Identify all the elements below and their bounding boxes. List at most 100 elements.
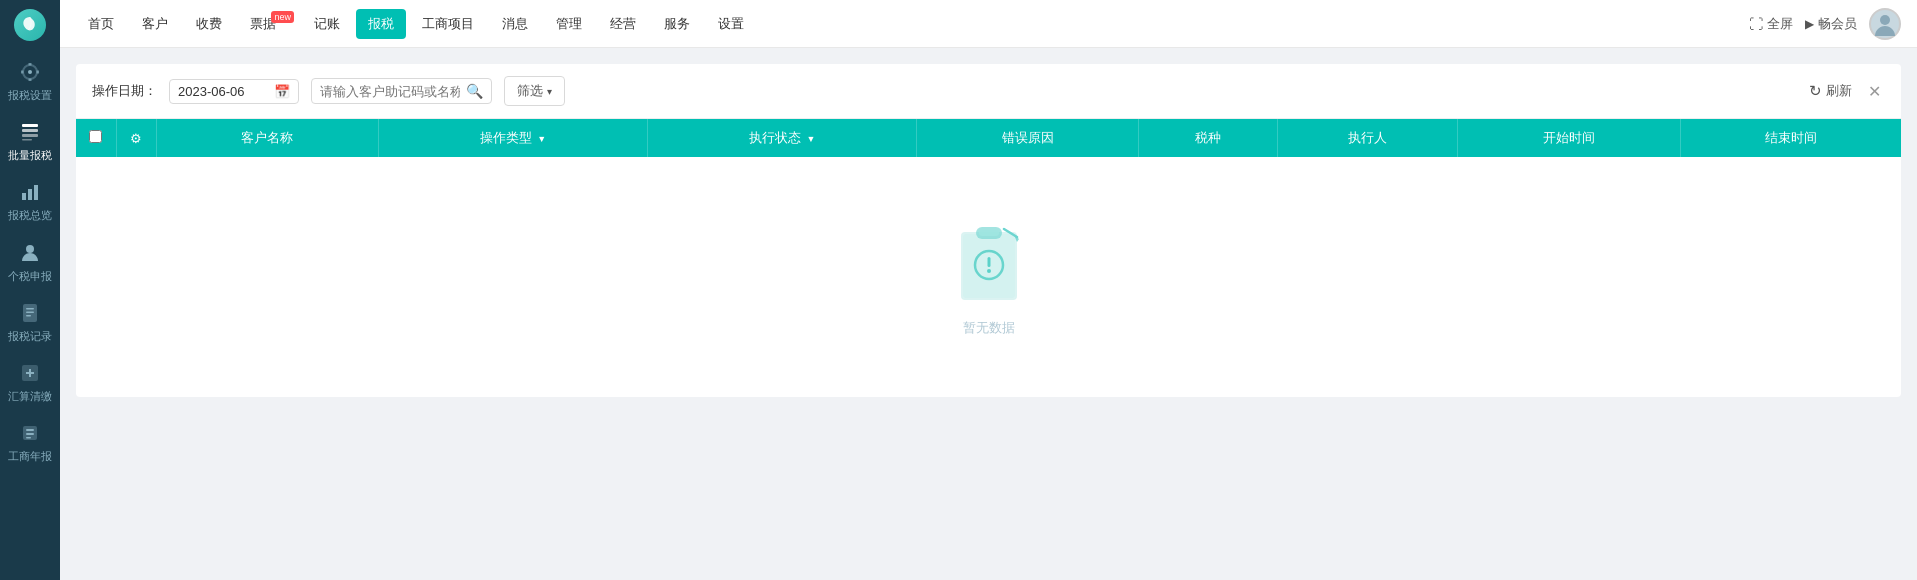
nav-item-guanli[interactable]: 管理 xyxy=(544,9,594,39)
sidebar-item-baoshui-zonlan[interactable]: 报税总览 xyxy=(0,170,60,230)
empty-state-illustration xyxy=(949,217,1029,307)
refresh-label: 刷新 xyxy=(1826,82,1852,100)
date-picker[interactable]: 📅 xyxy=(169,79,299,104)
exec-status-sort-icon: ▼ xyxy=(806,134,815,144)
main-content: 首页 客户 收费 票据 new 记账 报税 工商项目 消息 管理 经营 服务 设… xyxy=(60,0,1917,580)
th-customer-name: 客户名称 xyxy=(156,119,378,157)
th-operation-type[interactable]: 操作类型 ▼ xyxy=(378,119,647,157)
piaoju-badge: new xyxy=(271,11,294,24)
svg-rect-16 xyxy=(26,437,31,439)
svg-rect-11 xyxy=(26,315,31,317)
user-avatar[interactable] xyxy=(1869,8,1901,40)
video-icon: ▶ xyxy=(1805,17,1814,31)
annual-report-icon xyxy=(16,419,44,447)
sidebar-item-piliang-baoshui[interactable]: 批量报税 xyxy=(0,110,60,170)
sidebar-item-baoshui-jilu[interactable]: 报税记录 xyxy=(0,291,60,351)
topnav-right: ⛶ 全屏 ▶ 畅会员 xyxy=(1749,8,1901,40)
svg-rect-5 xyxy=(28,189,32,200)
svg-rect-24 xyxy=(987,257,990,267)
nav-item-shezhi[interactable]: 设置 xyxy=(706,9,756,39)
user-icon xyxy=(1871,10,1899,38)
nav-item-baoshui[interactable]: 报税 xyxy=(356,9,406,39)
sidebar-item-label-baoshui-zonlan: 报税总览 xyxy=(8,209,52,222)
sidebar-item-label-baoshui-jilu: 报税记录 xyxy=(8,330,52,343)
app-logo[interactable] xyxy=(0,0,60,50)
nav-items: 首页 客户 收费 票据 new 记账 报税 工商项目 消息 管理 经营 服务 设… xyxy=(76,9,1749,39)
nav-item-jizhang[interactable]: 记账 xyxy=(302,9,352,39)
svg-rect-10 xyxy=(26,311,34,313)
refresh-icon: ↻ xyxy=(1809,82,1822,100)
nav-item-xiaoxi[interactable]: 消息 xyxy=(490,9,540,39)
logo-circle xyxy=(14,9,46,41)
sidebar-item-label-huisuan-qingjiao: 汇算清缴 xyxy=(8,390,52,403)
search-input[interactable] xyxy=(320,84,460,99)
nav-item-jingying[interactable]: 经营 xyxy=(598,9,648,39)
svg-rect-14 xyxy=(26,429,34,431)
sidebar-item-label-piliang-baoshui: 批量报税 xyxy=(8,149,52,162)
data-table-wrap: ⚙ 客户名称 操作类型 ▼ 执行状态 xyxy=(76,119,1901,397)
nav-item-shoufei[interactable]: 收费 xyxy=(184,9,234,39)
search-icon[interactable]: 🔍 xyxy=(466,83,483,99)
content-card: 操作日期： 📅 🔍 筛选 ▾ ↻ xyxy=(76,64,1901,397)
filter-label: 筛选 xyxy=(517,82,543,100)
th-end-time: 结束时间 xyxy=(1680,119,1901,157)
sidebar-item-geshui-shenbao[interactable]: 个税申报 xyxy=(0,231,60,291)
sidebar-item-label-baoshui-shezhi: 报税设置 xyxy=(8,89,52,102)
empty-state: 暂无数据 xyxy=(76,157,1901,397)
empty-text: 暂无数据 xyxy=(963,319,1015,337)
sidebar-item-gongshang-nianbao[interactable]: 工商年报 xyxy=(0,411,60,471)
individual-tax-icon xyxy=(16,239,44,267)
settings-icon xyxy=(16,58,44,86)
date-input[interactable] xyxy=(178,84,268,99)
fullscreen-label: 全屏 xyxy=(1767,15,1793,33)
svg-point-25 xyxy=(987,269,991,273)
th-start-time: 开始时间 xyxy=(1458,119,1680,157)
overview-icon xyxy=(16,178,44,206)
fullscreen-icon: ⛶ xyxy=(1749,16,1763,32)
nav-item-customer[interactable]: 客户 xyxy=(130,9,180,39)
th-executor: 执行人 xyxy=(1278,119,1458,157)
nav-item-piaoju[interactable]: 票据 new xyxy=(238,9,298,39)
sidebar-item-huisuan-qingjiao[interactable]: 汇算清缴 xyxy=(0,351,60,411)
fullscreen-button[interactable]: ⛶ 全屏 xyxy=(1749,15,1793,33)
toolbar: 操作日期： 📅 🔍 筛选 ▾ ↻ xyxy=(76,64,1901,119)
svg-rect-9 xyxy=(26,308,34,310)
batch-tax-icon xyxy=(16,118,44,146)
nav-item-fuwu[interactable]: 服务 xyxy=(652,9,702,39)
select-all-checkbox[interactable] xyxy=(89,130,102,143)
page-body: 操作日期： 📅 🔍 筛选 ▾ ↻ xyxy=(60,48,1917,580)
refresh-button[interactable]: ↻ 刷新 xyxy=(1809,82,1852,100)
table-header: ⚙ 客户名称 操作类型 ▼ 执行状态 xyxy=(76,119,1901,157)
operation-type-sort-icon: ▼ xyxy=(537,134,546,144)
svg-rect-6 xyxy=(34,185,38,200)
top-navigation: 首页 客户 收费 票据 new 记账 报税 工商项目 消息 管理 经营 服务 设… xyxy=(60,0,1917,48)
data-table: ⚙ 客户名称 操作类型 ▼ 执行状态 xyxy=(76,119,1901,397)
member-label: 畅会员 xyxy=(1818,15,1857,33)
svg-rect-22 xyxy=(979,230,999,236)
th-gear: ⚙ xyxy=(116,119,156,157)
svg-rect-0 xyxy=(22,124,38,127)
svg-rect-2 xyxy=(22,134,38,137)
svg-point-7 xyxy=(26,245,34,253)
svg-point-18 xyxy=(1880,15,1890,25)
nav-item-home[interactable]: 首页 xyxy=(76,9,126,39)
th-exec-status[interactable]: 执行状态 ▼ xyxy=(647,119,916,157)
content-area: 操作日期： 📅 🔍 筛选 ▾ ↻ xyxy=(60,48,1917,580)
logo-icon xyxy=(19,14,41,36)
date-label: 操作日期： xyxy=(92,82,157,100)
sidebar-item-baoshui-shezhi[interactable]: 报税设置 xyxy=(0,50,60,110)
th-error-reason: 错误原因 xyxy=(917,119,1139,157)
svg-rect-3 xyxy=(22,139,32,141)
close-button[interactable]: ✕ xyxy=(1864,78,1885,105)
th-checkbox xyxy=(76,119,116,157)
calendar-icon: 📅 xyxy=(274,84,290,99)
column-settings-icon[interactable]: ⚙ xyxy=(130,131,142,146)
search-input-wrap[interactable]: 🔍 xyxy=(311,78,492,104)
sidebar: 报税设置 批量报税 报税总览 个税申报 报税记录 汇算清缴 工商 xyxy=(0,0,60,580)
th-tax-type: 税种 xyxy=(1139,119,1278,157)
sidebar-item-label-gongshang-nianbao: 工商年报 xyxy=(8,450,52,463)
chevron-down-icon: ▾ xyxy=(547,86,552,97)
member-button[interactable]: ▶ 畅会员 xyxy=(1805,15,1857,33)
nav-item-gongshang[interactable]: 工商项目 xyxy=(410,9,486,39)
filter-button[interactable]: 筛选 ▾ xyxy=(504,76,565,106)
